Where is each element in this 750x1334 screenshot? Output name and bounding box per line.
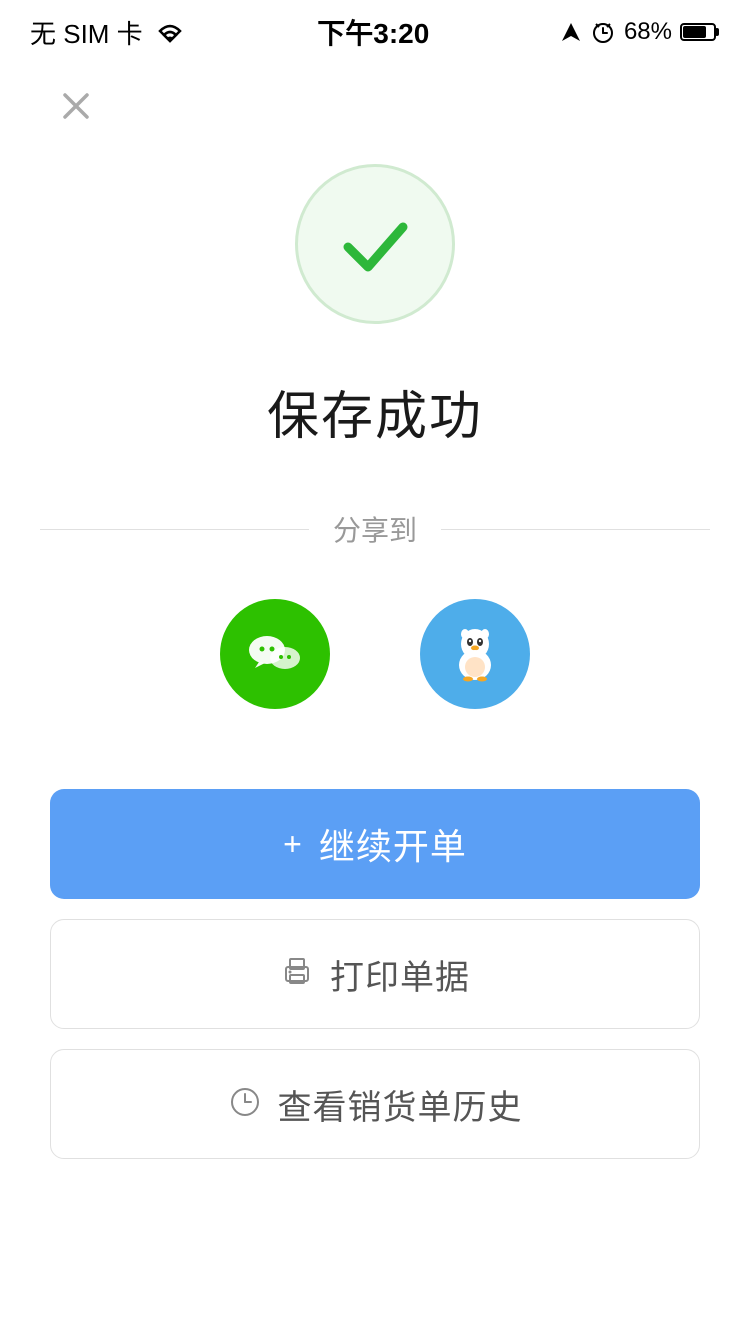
- no-sim-label: 无 SIM 卡: [30, 14, 143, 51]
- status-right: 68%: [560, 18, 720, 46]
- status-bar: 无 SIM 卡 下午3:20 68%: [0, 0, 750, 64]
- status-time: 下午3:20: [317, 12, 429, 52]
- print-icon: [280, 955, 314, 994]
- alarm-icon: [590, 19, 616, 45]
- battery-icon: [680, 21, 720, 43]
- location-icon: [560, 21, 582, 43]
- success-title: 保存成功: [267, 374, 483, 449]
- success-icon-circle: [295, 164, 455, 324]
- continue-label: 继续开单: [319, 818, 467, 870]
- history-label: 查看销货单历史: [278, 1080, 523, 1129]
- divider-right: [441, 529, 710, 530]
- share-icons: [220, 599, 530, 709]
- divider-left: [40, 529, 309, 530]
- history-button[interactable]: 查看销货单历史: [50, 1049, 700, 1159]
- checkmark-icon: [333, 202, 418, 287]
- wifi-icon: [153, 19, 187, 45]
- share-label: 分享到: [309, 509, 441, 549]
- history-icon: [228, 1085, 262, 1124]
- qq-share-button[interactable]: [420, 599, 530, 709]
- wechat-share-button[interactable]: [220, 599, 330, 709]
- print-button[interactable]: 打印单据: [50, 919, 700, 1029]
- qq-icon: [443, 622, 508, 687]
- battery-label: 68%: [624, 18, 672, 46]
- action-buttons: + 继续开单 打印单据: [50, 789, 700, 1159]
- share-section: 分享到: [0, 509, 750, 709]
- close-button[interactable]: [50, 80, 102, 132]
- share-divider: 分享到: [0, 509, 750, 549]
- continue-button[interactable]: + 继续开单: [50, 789, 700, 899]
- status-left: 无 SIM 卡: [30, 14, 187, 51]
- wechat-icon: [241, 620, 309, 688]
- main-content: 保存成功 分享到: [0, 64, 750, 1159]
- plus-icon: +: [283, 828, 303, 860]
- print-label: 打印单据: [330, 950, 470, 999]
